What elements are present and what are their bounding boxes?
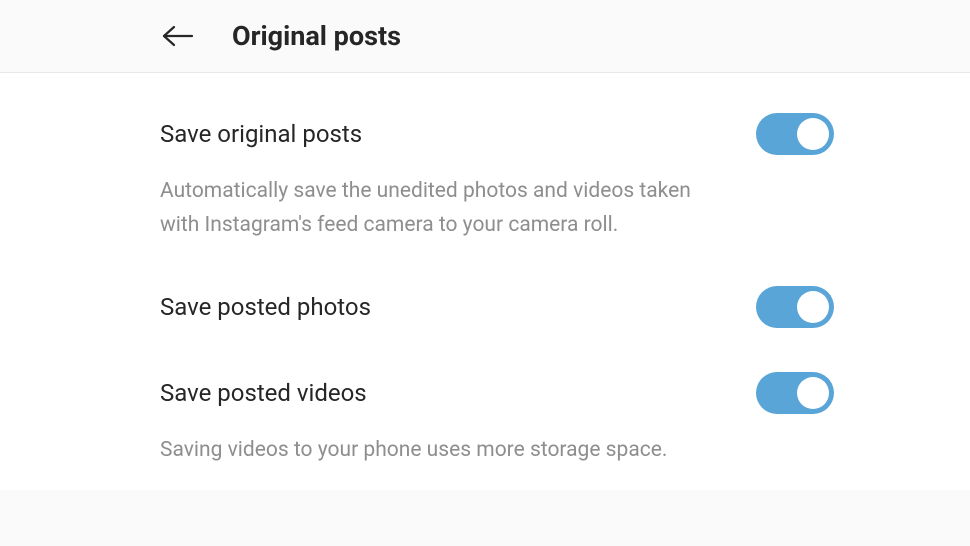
setting-description: Saving videos to your phone uses more st… [160,426,834,490]
setting-description: Automatically save the unedited photos a… [160,167,834,264]
toggle-knob [797,118,829,150]
toggle-knob [797,291,829,323]
setting-save-original-posts: Save original posts [160,101,834,167]
setting-label: Save posted photos [160,293,371,321]
setting-save-posted-videos: Save posted videos [160,360,834,426]
setting-label: Save posted videos [160,379,367,407]
setting-label: Save original posts [160,120,362,148]
header: Original posts [0,0,970,73]
back-arrow-icon[interactable] [160,18,196,54]
setting-save-posted-photos: Save posted photos [160,274,834,340]
settings-content: Save original posts Automatically save t… [0,73,970,490]
toggle-save-original-posts[interactable] [756,113,834,155]
toggle-knob [797,377,829,409]
toggle-save-posted-photos[interactable] [756,286,834,328]
page-title: Original posts [232,20,401,52]
toggle-save-posted-videos[interactable] [756,372,834,414]
